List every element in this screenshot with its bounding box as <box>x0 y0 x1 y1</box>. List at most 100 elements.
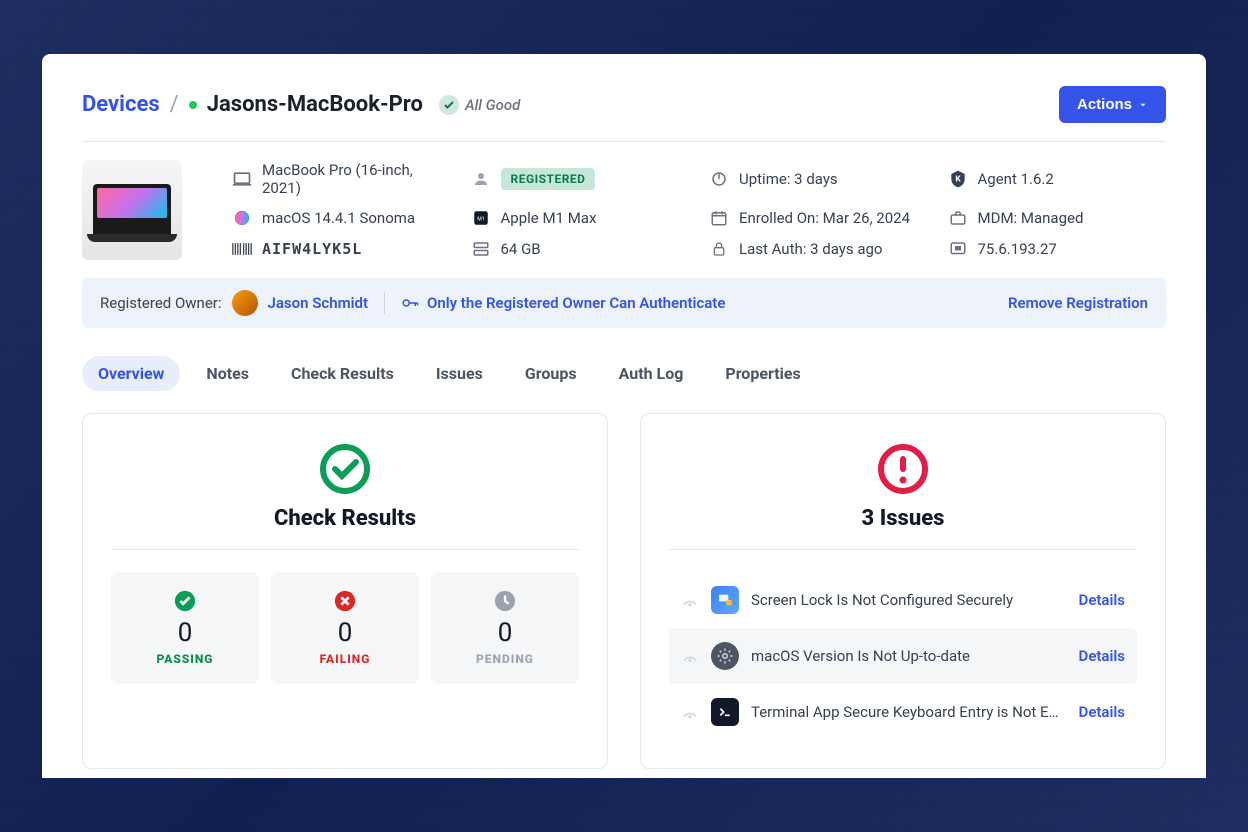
issue-details-link[interactable]: Details <box>1079 703 1125 721</box>
owner-name-link[interactable]: Jason Schmidt <box>268 294 368 312</box>
info-chip: M1 Apple M1 Max <box>471 207 690 228</box>
header-row: Devices / Jasons-MacBook-Pro All Good Ac… <box>82 86 1166 123</box>
info-model: MacBook Pro (16-inch, 2021) <box>232 160 451 197</box>
check-circle-large-icon <box>318 442 372 496</box>
card-head: Check Results <box>111 442 579 531</box>
network-icon <box>948 239 968 259</box>
chevron-down-icon <box>1138 100 1148 110</box>
issues-list: Screen Lock Is Not Configured Securely D… <box>669 572 1137 740</box>
info-storage: 64 GB <box>471 239 690 260</box>
tab-auth-log[interactable]: Auth Log <box>603 356 700 391</box>
info-mdm-value: MDM: Managed <box>978 209 1084 227</box>
stat-pending-label: PENDING <box>439 652 571 666</box>
info-mdm: MDM: Managed <box>948 207 1167 228</box>
owner-left: Registered Owner: Jason Schmidt Only the… <box>100 290 725 316</box>
info-chip-value: Apple M1 Max <box>501 209 597 227</box>
tab-issues[interactable]: Issues <box>420 356 499 391</box>
remove-registration-link[interactable]: Remove Registration <box>1008 294 1148 312</box>
check-stats: 0 PASSING 0 FAILING 0 PENDING <box>111 572 579 684</box>
gauge-icon <box>681 703 699 721</box>
info-serial: AIFW4LYK5L <box>232 239 451 260</box>
device-info-grid: MacBook Pro (16-inch, 2021) REGISTERED U… <box>82 160 1166 260</box>
owner-avatar <box>232 290 258 316</box>
issue-text: macOS Version Is Not Up-to-date <box>751 647 1067 665</box>
device-detail-panel: Devices / Jasons-MacBook-Pro All Good Ac… <box>42 54 1206 778</box>
divider <box>669 549 1137 550</box>
stat-passing[interactable]: 0 PASSING <box>111 572 259 684</box>
info-uptime-value: Uptime: 3 days <box>739 170 838 188</box>
issue-row: Screen Lock Is Not Configured Securely D… <box>669 572 1137 628</box>
info-uptime: Uptime: 3 days <box>709 160 928 197</box>
issues-card: 3 Issues Screen Lock Is Not Configured S… <box>640 413 1166 769</box>
chip-icon: M1 <box>471 208 491 228</box>
tab-notes[interactable]: Notes <box>190 356 265 391</box>
info-serial-value: AIFW4LYK5L <box>262 240 362 258</box>
owner-bar: Registered Owner: Jason Schmidt Only the… <box>82 278 1166 328</box>
svg-text:M1: M1 <box>477 216 485 222</box>
info-enrolled: Enrolled On: Mar 26, 2024 <box>709 207 928 228</box>
info-os-value: macOS 14.4.1 Sonoma <box>262 209 415 227</box>
stat-failing-count: 0 <box>279 618 411 648</box>
gauge-icon <box>681 591 699 609</box>
info-agent: K Agent 1.6.2 <box>948 160 1167 197</box>
device-thumbnail <box>82 160 182 260</box>
agent-icon: K <box>948 169 968 189</box>
status-dot-icon <box>189 101 197 109</box>
storage-icon <box>471 239 491 259</box>
stat-failing-label: FAILING <box>279 652 411 666</box>
card-head: 3 Issues <box>669 442 1137 531</box>
stat-pending[interactable]: 0 PENDING <box>431 572 579 684</box>
info-enrolled-value: Enrolled On: Mar 26, 2024 <box>739 209 910 227</box>
info-registered: REGISTERED <box>471 160 690 197</box>
tab-groups[interactable]: Groups <box>509 356 593 391</box>
divider <box>82 141 1166 142</box>
laptop-outline-icon <box>232 169 252 189</box>
briefcase-icon <box>948 208 968 228</box>
issue-text: Screen Lock Is Not Configured Securely <box>751 591 1067 609</box>
tab-check-results[interactable]: Check Results <box>275 356 410 391</box>
registered-badge: REGISTERED <box>501 168 596 190</box>
status-text: All Good <box>465 96 520 114</box>
owner-auth-text: Only the Registered Owner Can Authentica… <box>427 294 725 312</box>
info-agent-value: Agent 1.6.2 <box>978 170 1054 188</box>
stat-passing-label: PASSING <box>119 652 251 666</box>
check-circle-icon <box>439 95 459 115</box>
issues-card-title: 3 Issues <box>669 506 1137 531</box>
issue-details-link[interactable]: Details <box>1079 591 1125 609</box>
person-icon <box>471 169 491 189</box>
lock-icon <box>709 239 729 259</box>
info-model-value: MacBook Pro (16-inch, 2021) <box>262 161 451 197</box>
info-last-auth: Last Auth: 3 days ago <box>709 239 928 260</box>
laptop-icon <box>93 184 171 236</box>
breadcrumb-root[interactable]: Devices <box>82 92 160 117</box>
issue-text: Terminal App Secure Keyboard Entry is No… <box>751 703 1067 721</box>
breadcrumb-separator: / <box>170 92 179 117</box>
key-icon <box>401 294 419 312</box>
calendar-icon <box>709 208 729 228</box>
actions-button-label: Actions <box>1077 96 1132 113</box>
info-last-auth-value: Last Auth: 3 days ago <box>739 240 882 258</box>
check-card-title: Check Results <box>111 506 579 531</box>
stat-failing[interactable]: 0 FAILING <box>271 572 419 684</box>
info-ip: 75.6.193.27 <box>948 239 1167 260</box>
tab-overview[interactable]: Overview <box>82 356 180 391</box>
owner-label: Registered Owner: <box>100 294 222 312</box>
screen-lock-icon <box>711 586 739 614</box>
info-storage-value: 64 GB <box>501 240 541 258</box>
tabs: Overview Notes Check Results Issues Grou… <box>82 356 1166 391</box>
issue-row: Terminal App Secure Keyboard Entry is No… <box>669 684 1137 740</box>
overview-cards: Check Results 0 PASSING 0 FAILING 0 PEND… <box>82 413 1166 769</box>
actions-button[interactable]: Actions <box>1059 86 1166 123</box>
stat-pending-count: 0 <box>439 618 571 648</box>
barcode-icon <box>232 239 252 259</box>
divider <box>111 549 579 550</box>
issue-details-link[interactable]: Details <box>1079 647 1125 665</box>
svg-text:K: K <box>955 174 961 184</box>
breadcrumb-device-name: Jasons-MacBook-Pro <box>207 92 423 117</box>
status-pill: All Good <box>439 95 520 115</box>
tab-properties[interactable]: Properties <box>709 356 816 391</box>
fail-icon <box>334 590 356 612</box>
power-icon <box>709 169 729 189</box>
gauge-icon <box>681 647 699 665</box>
clock-icon <box>494 590 516 612</box>
